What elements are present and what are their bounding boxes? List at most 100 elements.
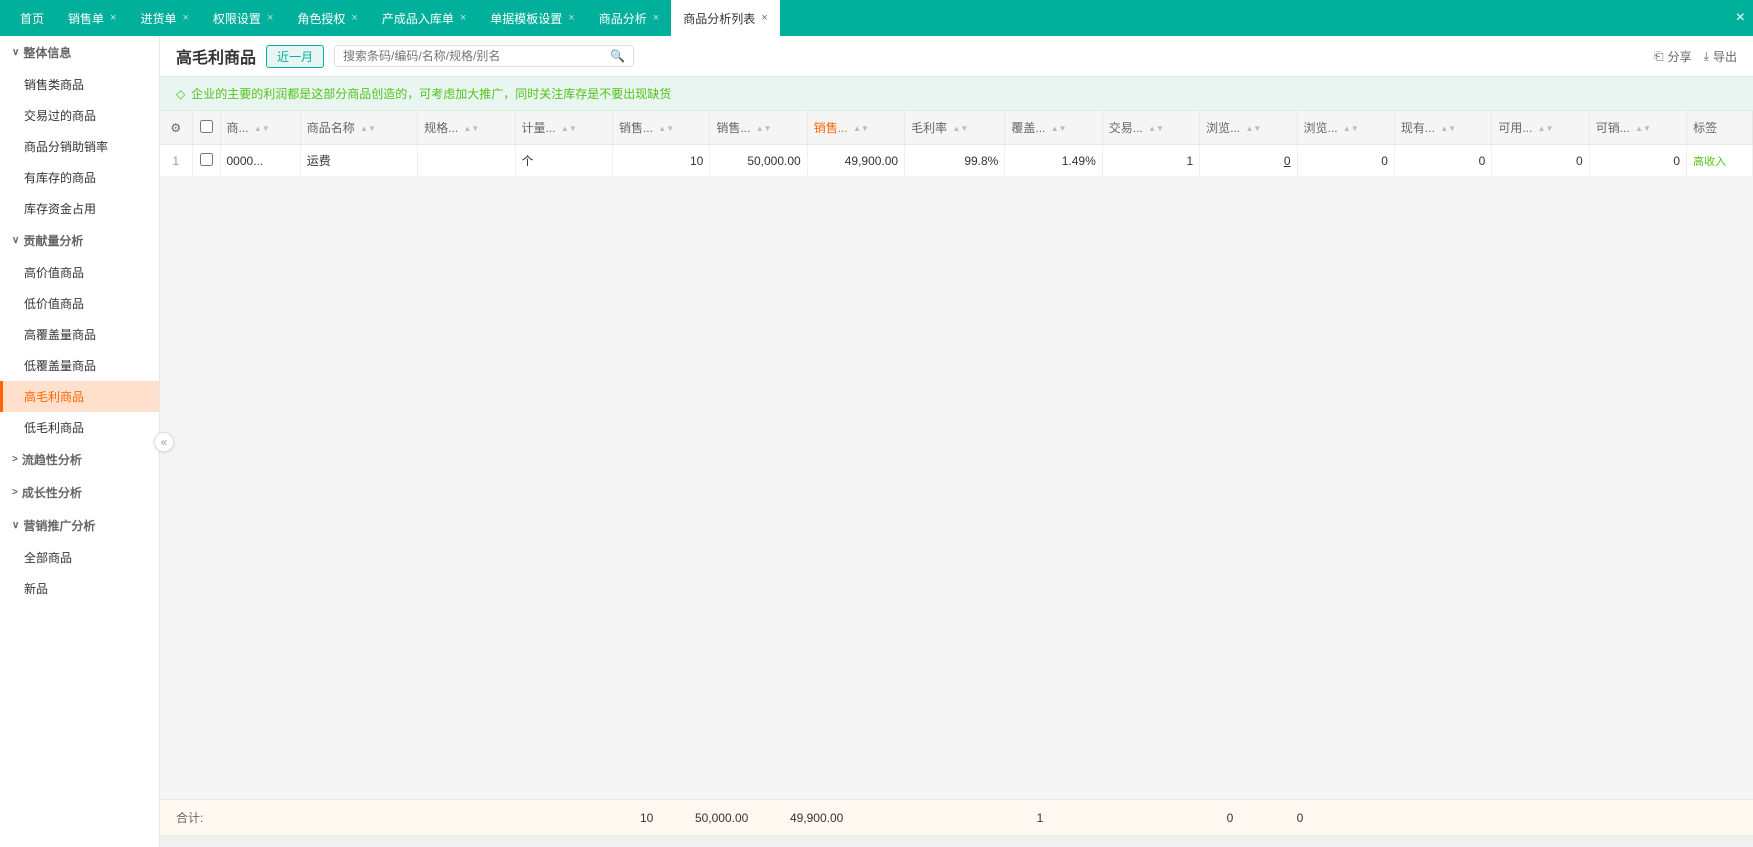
search-container: 🔍	[334, 45, 634, 67]
horizontal-scrollbar[interactable]	[160, 835, 1753, 847]
sidebar-item-low-margin[interactable]: 低毛利商品	[0, 412, 159, 443]
header-actions: ⎗ 分享 ⤓ 导出	[1654, 48, 1737, 65]
cell-checkbox[interactable]	[192, 145, 220, 177]
cell-view1[interactable]: 0	[1200, 145, 1297, 177]
sort-unit[interactable]: ▲▼	[561, 124, 577, 133]
sidebar-section-growth[interactable]: > 成长性分析	[0, 476, 159, 509]
close-product-analysis[interactable]: ×	[653, 12, 659, 24]
filter-recent-month[interactable]: 近一月	[266, 45, 324, 68]
cell-num: 1	[160, 145, 192, 177]
col-sales-cost: 销售... ▲▼	[807, 111, 904, 145]
sort-sellable[interactable]: ▲▼	[1635, 124, 1651, 133]
sidebar-item-new-goods[interactable]: 新品	[0, 573, 159, 604]
close-template-setting[interactable]: ×	[568, 12, 574, 24]
sidebar-section-contribution[interactable]: ∨ 贡献量分析	[0, 224, 159, 257]
nav-product-analysis-list[interactable]: 商品分析列表 ×	[671, 0, 779, 36]
cell-spec	[418, 145, 515, 177]
nav-product-analysis[interactable]: 商品分析 ×	[587, 0, 671, 36]
col-gross-margin: 毛利率 ▲▼	[905, 111, 1005, 145]
col-available: 可用... ▲▼	[1492, 111, 1589, 145]
sidebar-item-low-coverage[interactable]: 低覆盖量商品	[0, 350, 159, 381]
sort-coverage[interactable]: ▲▼	[1051, 124, 1067, 133]
sidebar-item-low-value[interactable]: 低价值商品	[0, 288, 159, 319]
sort-name[interactable]: ▲▼	[360, 124, 376, 133]
cell-sales-amt: 50,000.00	[710, 145, 807, 177]
page-title: 高毛利商品	[176, 44, 256, 68]
content-area: 高毛利商品 近一月 🔍 ⎗ 分享 ⤓ 导出 ◇ 企业的主要的利润都是这部分商品创…	[160, 36, 1753, 847]
cell-view2: 0	[1297, 145, 1394, 177]
select-all-checkbox[interactable]	[200, 120, 213, 133]
close-product-analysis-list[interactable]: ×	[761, 12, 767, 24]
sum-current: 0	[1163, 811, 1233, 825]
col-sales-qty: 销售... ▲▼	[612, 111, 709, 145]
footer-sum: 合计: 10 50,000.00 49,900.00 1 0 0	[160, 799, 1753, 835]
data-table: ⚙ 商... ▲▼ 商品名称 ▲▼	[160, 111, 1753, 177]
sort-sales-cost[interactable]: ▲▼	[853, 124, 869, 133]
sidebar-item-high-coverage[interactable]: 高覆盖量商品	[0, 319, 159, 350]
sidebar-item-all-goods[interactable]: 全部商品	[0, 542, 159, 573]
close-all-tabs[interactable]: ×	[1736, 9, 1745, 27]
sidebar-item-high-value[interactable]: 高价值商品	[0, 257, 159, 288]
sidebar-item-high-margin[interactable]: 高毛利商品	[0, 381, 159, 412]
arrow-overall: ∨	[12, 47, 19, 58]
arrow-growth: >	[12, 487, 18, 498]
nav-template-setting[interactable]: 单据模板设置 ×	[478, 0, 586, 36]
export-button[interactable]: ⤓ 导出	[1704, 48, 1737, 65]
sidebar-section-overall[interactable]: ∨ 整体信息	[0, 36, 159, 69]
sort-sales-amt[interactable]: ▲▼	[756, 124, 772, 133]
nav-sales-order[interactable]: 销售单 ×	[56, 0, 128, 36]
sidebar-item-in-stock[interactable]: 有库存的商品	[0, 162, 159, 193]
close-permission-setting[interactable]: ×	[267, 12, 273, 24]
sidebar-item-stock-capital[interactable]: 库存资金占用	[0, 193, 159, 224]
col-sellable: 可销... ▲▼	[1589, 111, 1686, 145]
sort-available[interactable]: ▲▼	[1538, 124, 1554, 133]
col-code: 商... ▲▼	[220, 111, 300, 145]
close-role-auth[interactable]: ×	[351, 12, 357, 24]
sidebar-item-traded-goods[interactable]: 交易过的商品	[0, 100, 159, 131]
close-finished-goods[interactable]: ×	[460, 12, 466, 24]
close-sales-order[interactable]: ×	[110, 12, 116, 24]
sidebar-item-distribution-rate[interactable]: 商品分销助销率	[0, 131, 159, 162]
cell-gross-margin: 99.8%	[905, 145, 1005, 177]
close-purchase-order[interactable]: ×	[182, 12, 188, 24]
cell-tag: 高收入	[1687, 145, 1753, 177]
sum-available: 0	[1233, 811, 1303, 825]
cell-trade: 1	[1102, 145, 1199, 177]
col-trade: 交易... ▲▼	[1102, 111, 1199, 145]
sort-trade[interactable]: ▲▼	[1148, 124, 1164, 133]
search-icon[interactable]: 🔍	[610, 49, 625, 63]
sort-gross-margin[interactable]: ▲▼	[952, 124, 968, 133]
cell-sales-cost: 49,900.00	[807, 145, 904, 177]
sidebar-item-sales-goods[interactable]: 销售类商品	[0, 69, 159, 100]
sort-view2[interactable]: ▲▼	[1343, 124, 1359, 133]
col-settings[interactable]: ⚙	[160, 111, 192, 145]
search-input[interactable]	[343, 49, 610, 63]
share-button[interactable]: ⎗ 分享	[1654, 48, 1692, 65]
nav-permission-setting[interactable]: 权限设置 ×	[201, 0, 285, 36]
nav-finished-goods[interactable]: 产成品入库单 ×	[370, 0, 478, 36]
settings-icon[interactable]: ⚙	[170, 121, 181, 135]
nav-home[interactable]: 首页	[8, 0, 56, 36]
info-icon: ◇	[176, 87, 185, 101]
col-current: 现有... ▲▼	[1394, 111, 1491, 145]
sort-view1[interactable]: ▲▼	[1246, 124, 1262, 133]
col-sales-amt: 销售... ▲▼	[710, 111, 807, 145]
nav-role-auth[interactable]: 角色授权 ×	[285, 0, 369, 36]
cell-code: 0000...	[220, 145, 300, 177]
sort-sales-qty[interactable]: ▲▼	[658, 124, 674, 133]
sidebar-section-marketing[interactable]: ∨ 营销推广分析	[0, 509, 159, 542]
nav-purchase-order[interactable]: 进货单 ×	[128, 0, 200, 36]
sort-code[interactable]: ▲▼	[254, 124, 270, 133]
col-view1: 浏览... ▲▼	[1200, 111, 1297, 145]
arrow-contribution: ∨	[12, 235, 19, 246]
sum-trade: 1	[983, 811, 1043, 825]
sort-current[interactable]: ▲▼	[1440, 124, 1456, 133]
data-table-container: ⚙ 商... ▲▼ 商品名称 ▲▼	[160, 111, 1753, 799]
sort-spec[interactable]: ▲▼	[464, 124, 480, 133]
sidebar-section-trend[interactable]: > 流趋性分析	[0, 443, 159, 476]
sidebar-collapse-button[interactable]: «	[154, 432, 174, 452]
content-header: 高毛利商品 近一月 🔍 ⎗ 分享 ⤓ 导出	[160, 36, 1753, 77]
cell-name: 运费	[300, 145, 417, 177]
table-row: 1 0000... 运费 个 10 50,000.00 49,900.00 99…	[160, 145, 1753, 177]
sum-sales-amt: 50,000.00	[653, 811, 748, 825]
